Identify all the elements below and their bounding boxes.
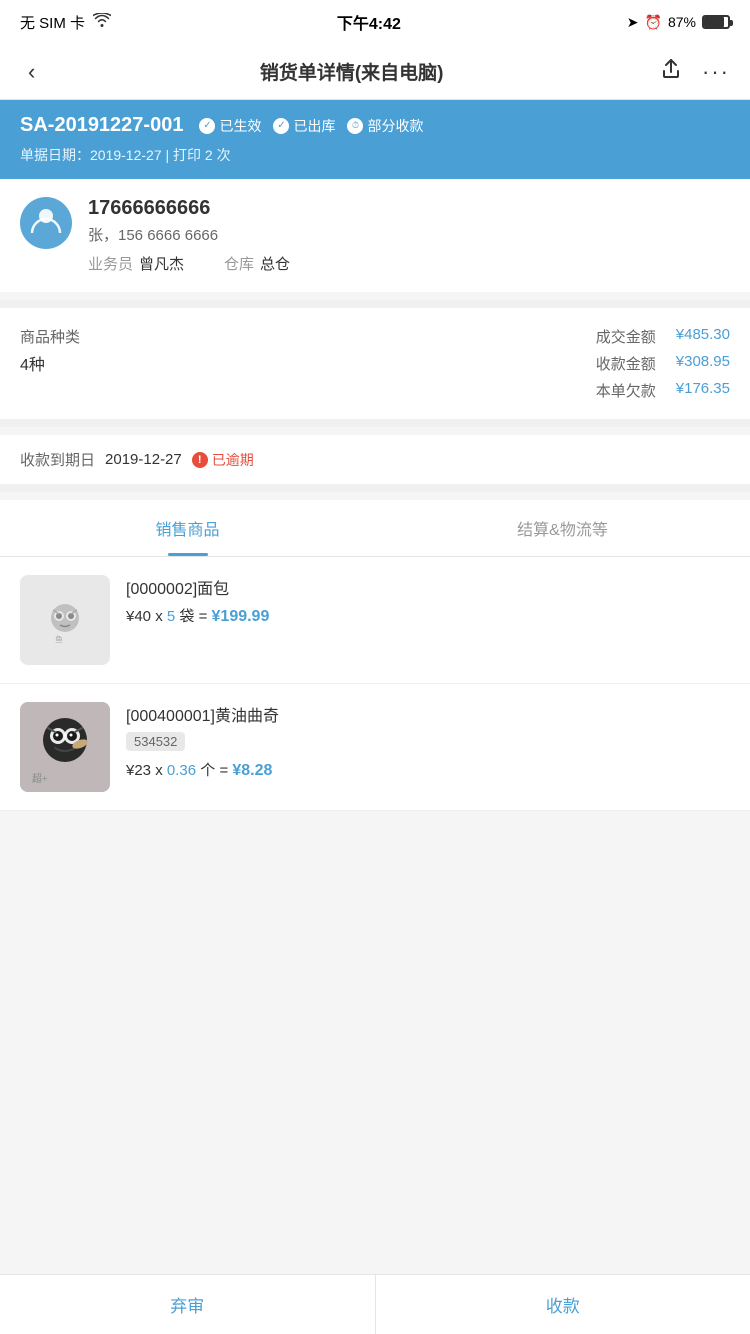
order-header-banner: SA-20191227-001 ✓ 已生效 ✓ 已出库 ⏱ 部分收款 单据日期：…	[0, 100, 750, 179]
product-type-label: 商品种类	[20, 326, 80, 347]
product-name-1: [0000002]面包	[126, 575, 730, 599]
page-title: 销货单详情(来自电脑)	[260, 58, 444, 85]
status-bar: 无 SIM 卡 下午4:42 ➤ ⏰ 87%	[0, 0, 750, 44]
badge-shipped: ✓ 已出库	[273, 116, 335, 136]
battery-icon	[702, 15, 730, 29]
badge-effective: ✓ 已生效	[199, 116, 261, 136]
overdue-badge: ! 已逾期	[192, 450, 254, 470]
share-button[interactable]	[660, 58, 682, 86]
more-button[interactable]: ···	[702, 59, 730, 85]
product-total-1: ¥199.99	[212, 608, 270, 625]
bottom-bar: 弃审 收款	[0, 1274, 750, 1334]
status-time: 下午4:42	[337, 10, 401, 34]
product-sku-2: 534532	[126, 732, 185, 751]
warehouse-info: 仓库 总仓	[224, 253, 290, 274]
product-price-2: ¥23 x 0.36 个 = ¥8.28	[126, 759, 730, 780]
overdue-icon: !	[192, 452, 208, 468]
status-right: ➤ ⏰ 87%	[627, 14, 730, 31]
status-left: 无 SIM 卡	[20, 12, 111, 33]
product-qty-2: 0.36	[167, 762, 196, 779]
received-value: ¥308.95	[676, 353, 730, 374]
product-item-1: 鱼 [0000002]面包 ¥40 x 5 袋 = ¥199.99	[0, 557, 750, 684]
amount-value: ¥485.30	[676, 326, 730, 347]
carrier-text: 无 SIM 卡	[20, 12, 85, 33]
tab-settlement[interactable]: 结算&物流等	[375, 500, 750, 556]
clock-icon: ⏱	[347, 118, 363, 134]
product-type-count: 4种	[20, 357, 45, 374]
product-total-2: ¥8.28	[232, 762, 272, 779]
svg-text:鱼: 鱼	[55, 634, 63, 644]
divider-1	[0, 300, 750, 308]
warehouse-value: 总仓	[260, 253, 290, 274]
confirm-button[interactable]: 收款	[376, 1275, 750, 1334]
product-item-2: 超+ [000400001]黄油曲奇 534532 ¥23 x 0.36 个 =…	[0, 684, 750, 811]
due-date-value: 2019-12-27	[105, 451, 182, 468]
customer-info: 17666666666 张，156 6666 6666 业务员 曾凡杰 仓库 总…	[88, 197, 730, 274]
order-id: SA-20191227-001	[20, 114, 183, 137]
product-price-1: ¥40 x 5 袋 = ¥199.99	[126, 605, 730, 626]
product-details-1: [0000002]面包 ¥40 x 5 袋 = ¥199.99	[126, 575, 730, 626]
customer-meta: 业务员 曾凡杰 仓库 总仓	[88, 253, 730, 274]
stat-amount-row: 成交金额 ¥485.30	[596, 326, 730, 347]
nav-actions: ···	[660, 58, 730, 86]
alarm-icon: ⏰	[645, 14, 662, 31]
due-date-label: 收款到期日	[20, 449, 95, 470]
svg-text:超+: 超+	[32, 772, 48, 785]
debt-value: ¥176.35	[676, 380, 730, 401]
received-label: 收款金额	[596, 353, 656, 374]
divider-2	[0, 419, 750, 427]
salesman-value: 曾凡杰	[139, 253, 184, 274]
order-sub-info: 单据日期：2019-12-27 | 打印 2 次	[20, 145, 730, 165]
overdue-label: 已逾期	[212, 450, 254, 470]
amount-label: 成交金额	[596, 326, 656, 347]
customer-avatar	[20, 197, 72, 249]
tab-sales-products[interactable]: 销售商品	[0, 500, 375, 556]
stats-right: 成交金额 ¥485.30 收款金额 ¥308.95 本单欠款 ¥176.35	[596, 326, 730, 401]
stat-received-row: 收款金额 ¥308.95	[596, 353, 730, 374]
customer-name-phone: 张，156 6666 6666	[88, 224, 730, 245]
product-details-2: [000400001]黄油曲奇 534532 ¥23 x 0.36 个 = ¥8…	[126, 702, 730, 780]
product-list: 鱼 [0000002]面包 ¥40 x 5 袋 = ¥199.99	[0, 557, 750, 811]
location-icon: ➤	[627, 14, 639, 31]
badge-partial: ⏱ 部分收款	[347, 116, 423, 136]
wifi-icon	[93, 13, 111, 31]
cancel-button[interactable]: 弃审	[0, 1275, 376, 1334]
stats-left: 商品种类 4种	[20, 326, 80, 375]
due-date-section: 收款到期日 2019-12-27 ! 已逾期	[0, 435, 750, 484]
stat-debt-row: 本单欠款 ¥176.35	[596, 380, 730, 401]
stats-section: 商品种类 4种 成交金额 ¥485.30 收款金额 ¥308.95 本单欠款 ¥…	[0, 308, 750, 419]
order-status-badges: ✓ 已生效 ✓ 已出库 ⏱ 部分收款	[199, 116, 423, 136]
avatar-icon	[29, 203, 63, 244]
back-button[interactable]: ‹	[20, 51, 43, 93]
check-icon-2: ✓	[273, 118, 289, 134]
product-image-1: 鱼	[20, 575, 110, 665]
battery-percent: 87%	[668, 14, 696, 30]
salesman-info: 业务员 曾凡杰	[88, 253, 184, 274]
product-name-2: [000400001]黄油曲奇	[126, 702, 730, 726]
customer-id: 17666666666	[88, 197, 730, 220]
check-icon-1: ✓	[199, 118, 215, 134]
debt-label: 本单欠款	[596, 380, 656, 401]
divider-3	[0, 484, 750, 492]
customer-section: 17666666666 张，156 6666 6666 业务员 曾凡杰 仓库 总…	[0, 179, 750, 292]
warehouse-label: 仓库	[224, 253, 254, 274]
product-qty-1: 5	[167, 608, 175, 625]
tabs-container: 销售商品 结算&物流等	[0, 500, 750, 557]
nav-bar: ‹ 销货单详情(来自电脑) ···	[0, 44, 750, 100]
salesman-label: 业务员	[88, 253, 133, 274]
product-image-2: 超+	[20, 702, 110, 792]
